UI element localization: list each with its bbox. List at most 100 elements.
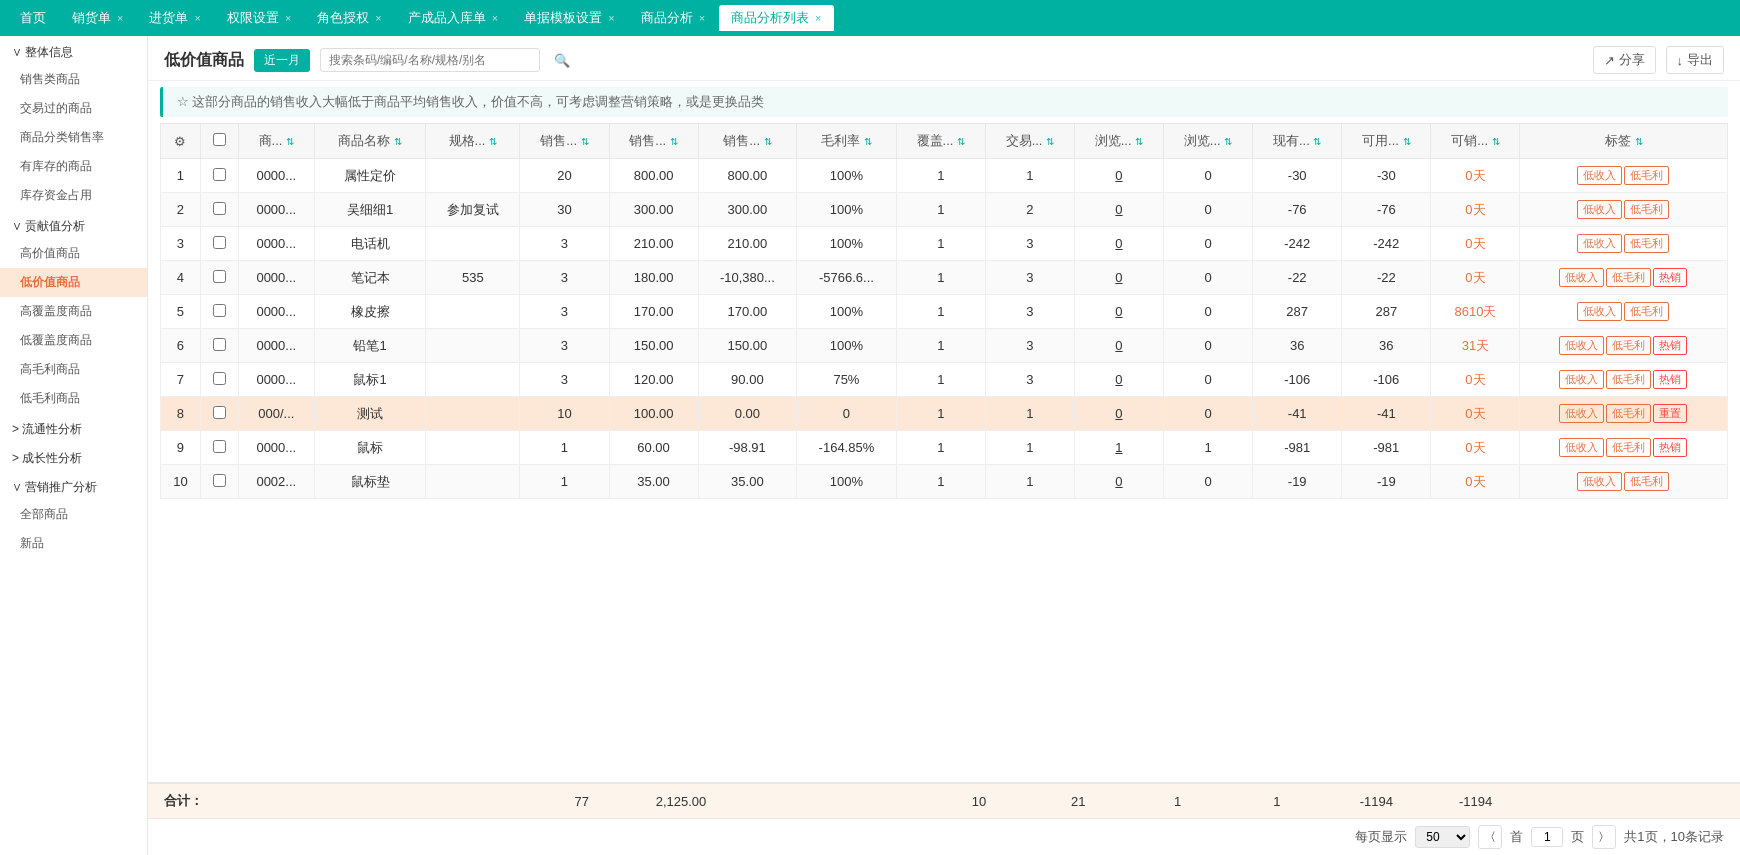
row-no: 8 xyxy=(161,397,201,431)
th-current-stock[interactable]: 现有... ⇅ xyxy=(1253,124,1342,159)
th-spec[interactable]: 规格... ⇅ xyxy=(426,124,520,159)
table-row: 40000...笔记本5353180.00-10,380...-5766.6..… xyxy=(161,261,1728,295)
th-sales-qty[interactable]: 销售... ⇅ xyxy=(520,124,609,159)
nav-item-首页[interactable]: 首页 xyxy=(8,5,58,31)
th-checkbox[interactable] xyxy=(200,124,238,159)
row-sales-profit: 90.00 xyxy=(698,363,797,397)
th-gross-margin[interactable]: 毛利率 ⇅ xyxy=(797,124,897,159)
row-available: -76 xyxy=(1342,193,1431,227)
row-sales-profit: 800.00 xyxy=(698,159,797,193)
nav-item-进货单[interactable]: 进货单× xyxy=(137,5,212,31)
nav-item-角色授权[interactable]: 角色授权× xyxy=(305,5,393,31)
table-container[interactable]: ⚙ 商... ⇅ 商品名称 ⇅ 规格... ⇅ 销售... ⇅ 销售... ⇅ … xyxy=(148,123,1740,782)
close-icon[interactable]: × xyxy=(285,12,291,24)
row-checkbox[interactable] xyxy=(213,202,226,215)
nav-item-权限设置[interactable]: 权限设置× xyxy=(215,5,303,31)
row-checkbox[interactable] xyxy=(213,338,226,351)
sidebar-item-交易过的商品[interactable]: 交易过的商品 xyxy=(0,94,147,123)
current-page-input[interactable] xyxy=(1531,827,1563,847)
row-views2: 0 xyxy=(1164,363,1253,397)
close-icon[interactable]: × xyxy=(608,12,614,24)
table-row: 50000...橡皮擦3170.00170.00100%130028728786… xyxy=(161,295,1728,329)
sidebar-item-高毛利商品[interactable]: 高毛利商品 xyxy=(0,355,147,384)
th-transactions[interactable]: 交易... ⇅ xyxy=(985,124,1074,159)
row-checkbox[interactable] xyxy=(213,474,226,487)
row-sales-amount: 150.00 xyxy=(609,329,698,363)
th-sales-amount[interactable]: 销售... ⇅ xyxy=(609,124,698,159)
sidebar-item-新品[interactable]: 新品 xyxy=(0,529,147,558)
sidebar-item-销售类商品[interactable]: 销售类商品 xyxy=(0,65,147,94)
sidebar-item-低覆盖度商品[interactable]: 低覆盖度商品 xyxy=(0,326,147,355)
share-button[interactable]: ↗ 分享 xyxy=(1593,46,1656,74)
row-no: 2 xyxy=(161,193,201,227)
row-tags: 低收入低毛利 xyxy=(1520,465,1728,499)
sidebar-section-title[interactable]: > 成长性分析 xyxy=(0,442,147,471)
sidebar-section-title[interactable]: > 流通性分析 xyxy=(0,413,147,442)
row-tags: 低收入低毛利热销 xyxy=(1520,329,1728,363)
sidebar-item-全部商品[interactable]: 全部商品 xyxy=(0,500,147,529)
export-button[interactable]: ↓ 导出 xyxy=(1666,46,1725,74)
row-name: 属性定价 xyxy=(315,159,426,193)
nav-item-产成品入库单[interactable]: 产成品入库单× xyxy=(396,5,510,31)
row-current-stock: -22 xyxy=(1253,261,1342,295)
row-code: 0002... xyxy=(238,465,315,499)
th-code[interactable]: 商... ⇅ xyxy=(238,124,315,159)
row-checkbox-cell xyxy=(200,329,238,363)
search-input[interactable] xyxy=(320,48,540,72)
th-available[interactable]: 可用... ⇅ xyxy=(1342,124,1431,159)
th-sales-profit[interactable]: 销售... ⇅ xyxy=(698,124,797,159)
th-settings[interactable]: ⚙ xyxy=(161,124,201,159)
row-checkbox[interactable] xyxy=(213,270,226,283)
close-icon[interactable]: × xyxy=(492,12,498,24)
footer-available: -1194 xyxy=(1426,794,1525,809)
th-name[interactable]: 商品名称 ⇅ xyxy=(315,124,426,159)
row-gross-margin: 100% xyxy=(797,159,897,193)
sidebar-item-有库存的商品[interactable]: 有库存的商品 xyxy=(0,152,147,181)
row-coverage: 1 xyxy=(896,397,985,431)
nav-item-商品分析[interactable]: 商品分析× xyxy=(629,5,717,31)
row-checkbox[interactable] xyxy=(213,406,226,419)
row-available: -41 xyxy=(1342,397,1431,431)
first-page-button[interactable]: 〈 xyxy=(1478,825,1502,849)
row-checkbox[interactable] xyxy=(213,304,226,317)
sidebar-section-title[interactable]: ∨ 贡献值分析 xyxy=(0,210,147,239)
close-icon[interactable]: × xyxy=(375,12,381,24)
th-views2[interactable]: 浏览... ⇅ xyxy=(1164,124,1253,159)
th-views1[interactable]: 浏览... ⇅ xyxy=(1074,124,1163,159)
row-gross-margin: -5766.6... xyxy=(797,261,897,295)
close-icon[interactable]: × xyxy=(699,12,705,24)
row-checkbox[interactable] xyxy=(213,236,226,249)
sidebar-item-高覆盖度商品[interactable]: 高覆盖度商品 xyxy=(0,297,147,326)
row-gross-margin: 100% xyxy=(797,295,897,329)
row-checkbox[interactable] xyxy=(213,440,226,453)
nav-item-商品分析列表[interactable]: 商品分析列表× xyxy=(719,5,833,31)
sidebar-item-库存资金占用[interactable]: 库存资金占用 xyxy=(0,181,147,210)
page-title: 低价值商品 xyxy=(164,50,244,71)
nav-item-销货单[interactable]: 销货单× xyxy=(60,5,135,31)
sidebar-section-title[interactable]: ∨ 整体信息 xyxy=(0,36,147,65)
page-size-select[interactable]: 50 100 xyxy=(1415,826,1470,848)
next-page-button[interactable]: 〉 xyxy=(1592,825,1616,849)
sidebar-item-低价值商品[interactable]: 低价值商品 xyxy=(0,268,147,297)
row-checkbox[interactable] xyxy=(213,168,226,181)
th-tags[interactable]: 标签 ⇅ xyxy=(1520,124,1728,159)
nav-item-单据模板设置[interactable]: 单据模板设置× xyxy=(512,5,626,31)
select-all-checkbox[interactable] xyxy=(213,133,226,146)
sidebar-item-商品分类销售率[interactable]: 商品分类销售率 xyxy=(0,123,147,152)
row-checkbox-cell xyxy=(200,465,238,499)
row-sellable: 0天 xyxy=(1431,193,1520,227)
sidebar-section-title[interactable]: ∨ 营销推广分析 xyxy=(0,471,147,500)
sidebar-item-高价值商品[interactable]: 高价值商品 xyxy=(0,239,147,268)
row-current-stock: -242 xyxy=(1253,227,1342,261)
th-coverage[interactable]: 覆盖... ⇅ xyxy=(896,124,985,159)
row-spec xyxy=(426,227,520,261)
row-sales-amount: 35.00 xyxy=(609,465,698,499)
th-sellable[interactable]: 可销... ⇅ xyxy=(1431,124,1520,159)
sidebar-item-低毛利商品[interactable]: 低毛利商品 xyxy=(0,384,147,413)
close-icon[interactable]: × xyxy=(815,12,821,24)
filter-button[interactable]: 近一月 xyxy=(254,49,310,72)
row-checkbox[interactable] xyxy=(213,372,226,385)
close-icon[interactable]: × xyxy=(194,12,200,24)
row-spec: 参加复试 xyxy=(426,193,520,227)
close-icon[interactable]: × xyxy=(117,12,123,24)
